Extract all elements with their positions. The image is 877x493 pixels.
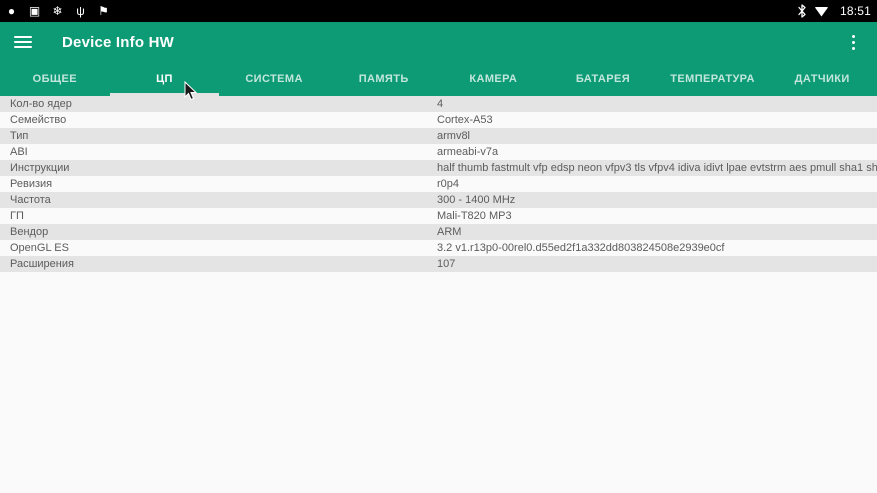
- status-bar-right: 18:51: [797, 4, 871, 18]
- row-value: Mali-T820 MP3: [437, 210, 512, 222]
- row-label: Инструкции: [10, 162, 70, 174]
- tab-label: БАТАРЕЯ: [575, 73, 631, 85]
- tab-датчики[interactable]: ДАТЧИКИ: [767, 62, 877, 96]
- table-row[interactable]: OpenGL ES 3.2 v1.r13p0-00rel0.d55ed2f1a33…: [0, 240, 877, 256]
- tab-label: ТЕМПЕРАТУРА: [670, 73, 755, 85]
- screenshot-icon: ▣: [28, 4, 41, 18]
- table-row[interactable]: ГП Mali-T820 MP3: [0, 208, 877, 224]
- bluetooth-icon: [798, 4, 806, 18]
- row-label: ГП: [10, 210, 24, 222]
- row-value: 300 - 1400 MHz: [437, 194, 516, 206]
- table-row[interactable]: Вендор ARM: [0, 224, 877, 240]
- tab-система[interactable]: СИСТЕМА: [219, 62, 329, 96]
- tab-bar: ОБЩЕЕ ЦП СИСТЕМА ПАМЯТЬ КАМЕРА БАТАРЕЯ ТЕМПЕРА…: [0, 62, 877, 96]
- row-label: Ревизия: [10, 178, 53, 190]
- table-row[interactable]: Кол-во ядер 4: [0, 96, 877, 112]
- row-label: Расширения: [10, 258, 74, 270]
- row-value: 107: [437, 258, 456, 270]
- table-row[interactable]: ABI armeabi-v7a: [0, 144, 877, 160]
- row-value: Cortex-A53: [437, 114, 493, 126]
- row-value: 4: [437, 98, 444, 110]
- table-row[interactable]: Семейство Cortex-A53: [0, 112, 877, 128]
- snowflake-icon: ❄: [52, 4, 63, 18]
- row-value: r0p4: [437, 178, 460, 190]
- tab-label: СИСТЕМА: [245, 73, 303, 85]
- row-value: armeabi-v7a: [437, 146, 499, 158]
- row-label: Частота: [10, 194, 51, 206]
- row-label: Вендор: [10, 226, 49, 238]
- notification-dot-icon: ●: [7, 4, 16, 18]
- tab-label: ЦП: [156, 73, 173, 85]
- status-bar-left-icons: ● ▣ ❄ ψ ⚑: [4, 0, 111, 22]
- status-clock: 18:51: [839, 4, 871, 18]
- table-row[interactable]: Частота 300 - 1400 MHz: [0, 192, 877, 208]
- status-bar: ● ▣ ❄ ψ ⚑ 18:51: [0, 0, 877, 22]
- overflow-menu-icon[interactable]: [846, 31, 861, 54]
- page-title: Device Info HW: [62, 33, 174, 51]
- tab-общее[interactable]: ОБЩЕЕ: [0, 62, 110, 96]
- tab-память[interactable]: ПАМЯТЬ: [329, 62, 439, 96]
- row-label: OpenGL ES: [10, 242, 69, 254]
- tab-камера[interactable]: КАМЕРА: [439, 62, 549, 96]
- row-value: armv8l: [437, 130, 471, 142]
- tab-label: ПАМЯТЬ: [358, 73, 409, 85]
- row-label: Тип: [10, 130, 29, 142]
- flag-icon: ⚑: [98, 4, 109, 18]
- row-label: ABI: [10, 146, 28, 158]
- tab-label: ДАТЧИКИ: [794, 73, 850, 85]
- tab-температура[interactable]: ТЕМПЕРАТУРА: [658, 62, 768, 96]
- tab-label: КАМЕРА: [469, 73, 518, 85]
- table-row[interactable]: Ревизия r0p4: [0, 176, 877, 192]
- tab-label: ОБЩЕЕ: [32, 73, 77, 85]
- row-value: half thumb fastmult vfp edsp neon vfpv3 …: [437, 162, 877, 174]
- table-row[interactable]: Инструкции half thumb fastmult vfp edsp n…: [0, 160, 877, 176]
- row-value: 3.2 v1.r13p0-00rel0.d55ed2f1a332dd803824…: [437, 242, 725, 254]
- row-value: ARM: [437, 226, 462, 238]
- wifi-icon: [814, 6, 828, 17]
- row-label: Кол-во ядер: [10, 98, 72, 110]
- table-row[interactable]: Расширения 107: [0, 256, 877, 272]
- tab-батарея[interactable]: БАТАРЕЯ: [548, 62, 658, 96]
- usb-icon: ψ: [76, 4, 85, 18]
- hamburger-menu-icon[interactable]: [14, 36, 32, 48]
- table-row[interactable]: Тип armv8l: [0, 128, 877, 144]
- row-label: Семейство: [10, 114, 67, 126]
- cpu-info-table: Кол-во ядер 4 Семейство Cortex-A53 Тип armv8l…: [0, 96, 877, 272]
- app-bar: Device Info HW: [0, 22, 877, 62]
- tab-цп[interactable]: ЦП: [109, 62, 220, 96]
